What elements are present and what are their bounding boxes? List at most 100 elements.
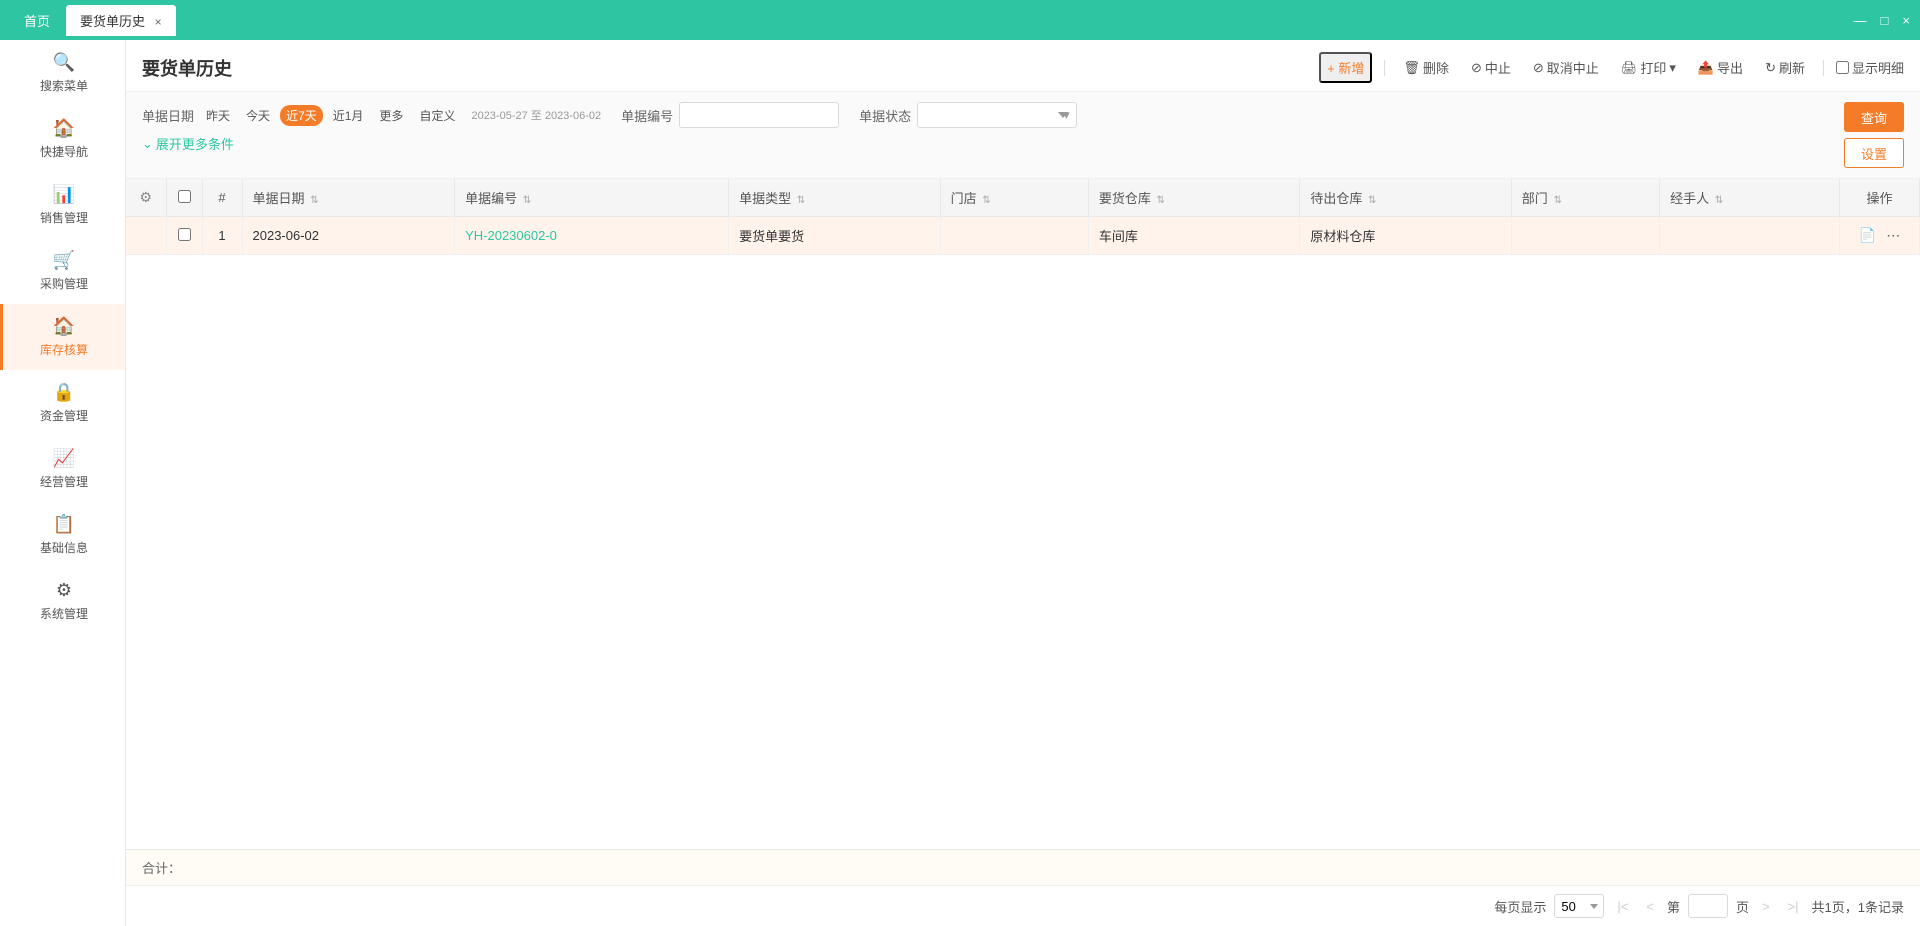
date-btn-1month[interactable]: 近1月: [327, 105, 370, 126]
cell-req-warehouse: 车间库: [1088, 217, 1299, 255]
cell-checkbox[interactable]: [166, 217, 202, 255]
filter-area: 单据日期 昨天 今天 近7天 近1月 更多 自定义 2023-05-27 至 2…: [126, 92, 1920, 179]
sidebar-item-purchase-mgmt[interactable]: 🛒 采购管理: [0, 238, 125, 304]
col-doc-type[interactable]: 单据类型 ⇅: [729, 179, 940, 217]
content-area: 要货单历史 + 新增 🗑 删除 ⊘ 中止 ⊘ 取消中止 🖨 打: [126, 40, 1920, 926]
filter-settings-button[interactable]: 设置: [1844, 138, 1904, 168]
page-label: 第: [1667, 897, 1680, 916]
sidebar-item-operations-mgmt[interactable]: 📈 经营管理: [0, 436, 125, 502]
sidebar-item-basic-info[interactable]: 📋 基础信息: [0, 502, 125, 568]
sidebar-item-label: 系统管理: [40, 605, 88, 622]
date-btn-yesterday[interactable]: 昨天: [200, 105, 236, 126]
date-btn-custom[interactable]: 自定义: [413, 105, 461, 126]
main-layout: 🔍 搜索菜单 🏠 快捷导航 📊 销售管理 🛒 采购管理 🏠 库存核算 🔒 资金管…: [0, 40, 1920, 926]
doc-status-select[interactable]: [917, 102, 1077, 128]
pagination-bar: 每页显示 20 50 100 |< < 第 1 页 > >| 共1页，1条记录: [126, 885, 1920, 926]
date-filter-buttons: 昨天 今天 近7天 近1月 更多 自定义: [200, 105, 461, 126]
select-all-checkbox[interactable]: [178, 190, 191, 203]
next-page-btn[interactable]: >: [1757, 897, 1775, 916]
doc-number-link[interactable]: YH-20230602-0: [465, 228, 557, 243]
close-btn[interactable]: ×: [1902, 13, 1910, 28]
date-btn-today[interactable]: 今天: [240, 105, 276, 126]
cell-doc-type: 要货单要货: [729, 217, 940, 255]
minimize-btn[interactable]: —: [1854, 13, 1867, 28]
col-department[interactable]: 部门 ⇅: [1511, 179, 1659, 217]
page-unit: 页: [1736, 897, 1749, 916]
date-btn-more[interactable]: 更多: [373, 105, 409, 126]
cell-actions: 📄 ⋯: [1840, 217, 1920, 255]
col-number: #: [202, 179, 242, 217]
refresh-button[interactable]: ↻ 刷新: [1759, 54, 1811, 81]
cell-handler: [1660, 217, 1840, 255]
date-btn-7days[interactable]: 近7天: [280, 105, 323, 126]
search-menu-icon: 🔍: [53, 52, 75, 73]
sidebar-item-label: 销售管理: [40, 209, 88, 226]
sidebar-item-system-mgmt[interactable]: ⚙ 系统管理: [0, 568, 125, 634]
sidebar-item-inventory-calc[interactable]: 🏠 库存核算: [0, 304, 125, 370]
cell-doc-number[interactable]: YH-20230602-0: [455, 217, 729, 255]
fund-mgmt-icon: 🔒: [53, 382, 75, 403]
query-button[interactable]: 查询: [1844, 102, 1904, 132]
new-button[interactable]: + 新增: [1319, 52, 1372, 83]
last-page-btn[interactable]: >|: [1783, 897, 1804, 916]
col-req-warehouse[interactable]: 要货仓库 ⇅: [1088, 179, 1299, 217]
col-action: 操作: [1840, 179, 1920, 217]
cell-store: [940, 217, 1088, 255]
display-detail-checkbox[interactable]: 显示明细: [1836, 58, 1904, 77]
delete-button[interactable]: 🗑 删除: [1397, 54, 1455, 81]
col-settings[interactable]: ⚙: [126, 179, 166, 217]
sort-icon-doc-type: ⇅: [797, 195, 805, 206]
sidebar-item-quick-nav[interactable]: 🏠 快捷导航: [0, 106, 125, 172]
page-size-select[interactable]: 20 50 100: [1554, 894, 1604, 918]
sort-icon-pending-warehouse: ⇅: [1368, 195, 1376, 206]
export-icon: 📤: [1698, 60, 1714, 76]
sidebar-item-fund-mgmt[interactable]: 🔒 资金管理: [0, 370, 125, 436]
date-filter-item: 单据日期 昨天 今天 近7天 近1月 更多 自定义 2023-05-27 至 2…: [142, 105, 601, 126]
page-title: 要货单历史: [142, 55, 232, 81]
display-detail-check[interactable]: [1836, 61, 1849, 74]
table-container: ⚙ # 单据日期 ⇅ 单据编号 ⇅: [126, 179, 1920, 849]
doc-number-label: 单据编号: [621, 106, 673, 125]
prev-page-btn[interactable]: <: [1641, 897, 1659, 916]
sidebar-item-label: 快捷导航: [40, 143, 88, 160]
expand-filter-button[interactable]: ⌄ 展开更多条件: [142, 134, 1824, 153]
sales-mgmt-icon: 📊: [53, 184, 75, 205]
col-checkbox[interactable]: [166, 179, 202, 217]
date-range-text: 2023-05-27 至 2023-06-02: [471, 107, 601, 123]
tab-requisition-history[interactable]: 要货单历史 ×: [66, 5, 176, 36]
sidebar: 🔍 搜索菜单 🏠 快捷导航 📊 销售管理 🛒 采购管理 🏠 库存核算 🔒 资金管…: [0, 40, 126, 926]
print-button[interactable]: 🖨 打印 ▾: [1615, 54, 1682, 81]
cell-pending-warehouse: 原材料仓库: [1300, 217, 1511, 255]
page-number-input[interactable]: 1: [1688, 894, 1728, 918]
sidebar-item-search-menu[interactable]: 🔍 搜索菜单: [0, 40, 125, 106]
sidebar-item-sales-mgmt[interactable]: 📊 销售管理: [0, 172, 125, 238]
edit-action-icon[interactable]: 📄: [1857, 225, 1878, 246]
maximize-btn[interactable]: □: [1881, 13, 1889, 28]
suspend-button[interactable]: ⊘ 中止: [1465, 54, 1517, 81]
tab-close-icon[interactable]: ×: [155, 15, 162, 29]
col-doc-date[interactable]: 单据日期 ⇅: [242, 179, 455, 217]
tab-home[interactable]: 首页: [10, 5, 64, 36]
data-table: ⚙ # 单据日期 ⇅ 单据编号 ⇅: [126, 179, 1920, 255]
total-info: 共1页，1条记录: [1812, 897, 1904, 916]
row-checkbox[interactable]: [178, 228, 191, 241]
export-button[interactable]: 📤 导出: [1692, 54, 1749, 81]
first-page-btn[interactable]: |<: [1612, 897, 1633, 916]
col-handler[interactable]: 经手人 ⇅: [1660, 179, 1840, 217]
col-pending-warehouse[interactable]: 待出仓库 ⇅: [1300, 179, 1511, 217]
divider: [1384, 60, 1385, 76]
cell-row-settings: [126, 217, 166, 255]
top-bar: 首页 要货单历史 × — □ ×: [0, 0, 1920, 40]
tab-bar: 首页 要货单历史 ×: [10, 5, 1854, 36]
doc-number-input[interactable]: [679, 102, 839, 128]
table-settings-icon[interactable]: ⚙: [139, 189, 152, 205]
doc-status-filter-item: 单据状态 ▾: [859, 102, 1070, 128]
col-store[interactable]: 门店 ⇅: [940, 179, 1088, 217]
divider2: [1823, 60, 1824, 76]
more-action-icon[interactable]: ⋯: [1884, 225, 1902, 246]
cancel-suspend-icon: ⊘: [1533, 60, 1544, 76]
cancel-suspend-button[interactable]: ⊘ 取消中止: [1527, 54, 1605, 81]
sort-icon-doc-date: ⇅: [310, 195, 318, 206]
col-doc-number[interactable]: 单据编号 ⇅: [455, 179, 729, 217]
system-mgmt-icon: ⚙: [56, 580, 72, 601]
